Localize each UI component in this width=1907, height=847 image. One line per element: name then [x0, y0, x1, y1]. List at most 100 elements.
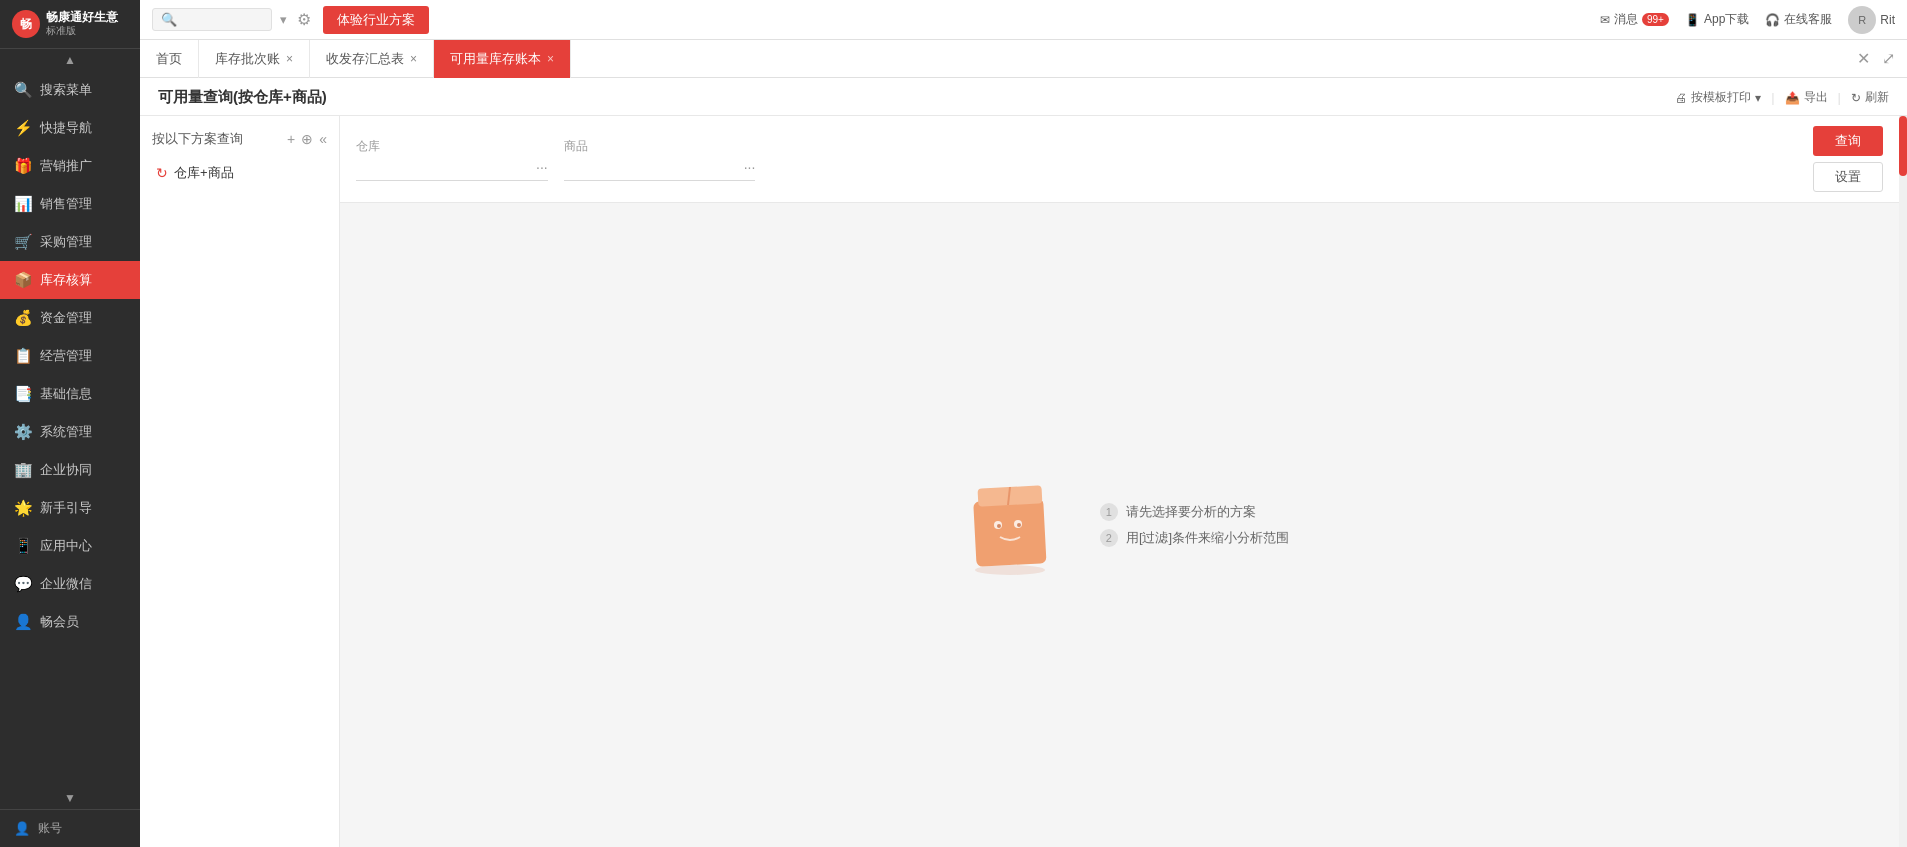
right-scrollbar[interactable] [1899, 116, 1907, 847]
refresh-icon: ↻ [1851, 91, 1861, 105]
expand-tab-button[interactable]: ⤢ [1878, 47, 1899, 70]
sidebar-item-label: 新手引导 [40, 499, 92, 517]
purchase-icon: 🛒 [14, 233, 32, 251]
tab-close-icon[interactable]: × [547, 52, 554, 66]
settings-scheme-icon[interactable]: ⊕ [301, 131, 313, 147]
svg-point-0 [975, 565, 1045, 575]
tab-collection-summary[interactable]: 收发存汇总表 × [310, 40, 434, 78]
export-button[interactable]: 📤 导出 [1785, 89, 1828, 106]
search-input[interactable] [181, 13, 261, 27]
empty-box-svg [960, 465, 1060, 575]
sidebar-item-label: 应用中心 [40, 537, 92, 555]
sidebar-item-quicknav[interactable]: ⚡ 快捷导航 [0, 109, 140, 147]
sidebar-item-member[interactable]: 👤 畅会员 [0, 603, 140, 641]
sidebar-item-system[interactable]: ⚙️ 系统管理 [0, 413, 140, 451]
tab-home[interactable]: 首页 [140, 40, 199, 78]
user-avatar: R [1848, 6, 1876, 34]
tab-close-icon[interactable]: × [410, 52, 417, 66]
scroll-up-arrow[interactable]: ▲ [0, 49, 140, 71]
quicknav-icon: ⚡ [14, 119, 32, 137]
scrollbar-thumb[interactable] [1899, 116, 1907, 176]
collapse-panel-icon[interactable]: « [319, 131, 327, 147]
print-dropdown-icon[interactable]: ▾ [1755, 91, 1761, 105]
app-download-button[interactable]: 📱 App下载 [1685, 11, 1749, 28]
topbar: 🔍 ▾ ⚙ 体验行业方案 ✉ 消息 99+ 📱 App下载 🎧 在线客服 R R… [140, 0, 1907, 40]
dropdown-arrow-icon[interactable]: ▾ [280, 12, 287, 27]
warehouse-input[interactable] [356, 157, 536, 178]
industry-solution-button[interactable]: 体验行业方案 [323, 6, 429, 34]
close-tab-button[interactable]: ✕ [1853, 47, 1874, 70]
export-icon: 📤 [1785, 91, 1800, 105]
tab-batch-ledger[interactable]: 库存批次账 × [199, 40, 310, 78]
sidebar: 畅 畅康通好生意 标准版 ▲ 🔍 搜索菜单 ⚡ 快捷导航 🎁 营销推广 📊 销售… [0, 0, 140, 847]
scroll-down-arrow[interactable]: ▼ [0, 787, 140, 809]
product-input-row: ··· [564, 157, 756, 181]
sidebar-item-label: 企业微信 [40, 575, 92, 593]
scheme-item-warehouse-product[interactable]: ↻ 仓库+商品 [140, 156, 339, 190]
sidebar-item-label: 营销推广 [40, 157, 92, 175]
tab-available-ledger[interactable]: 可用量库存账本 × [434, 40, 571, 78]
svg-point-7 [1017, 523, 1021, 527]
left-panel-header: 按以下方案查询 + ⊕ « [140, 126, 339, 156]
sidebar-item-wechat[interactable]: 💬 企业微信 [0, 565, 140, 603]
sidebar-item-label: 搜索菜单 [40, 81, 92, 99]
add-scheme-icon[interactable]: + [287, 131, 295, 147]
sidebar-item-sales[interactable]: 📊 销售管理 [0, 185, 140, 223]
warehouse-label: 仓库 [356, 138, 548, 155]
page-header: 可用量查询(按仓库+商品) 🖨 按模板打印 ▾ | 📤 导出 | ↻ 刷新 [140, 78, 1907, 116]
topbar-right: ✉ 消息 99+ 📱 App下载 🎧 在线客服 R Rit [1600, 6, 1895, 34]
page-title: 可用量查询(按仓库+商品) [158, 88, 327, 107]
left-panel-icons: + ⊕ « [287, 131, 327, 147]
sidebar-item-newbie[interactable]: 🌟 新手引导 [0, 489, 140, 527]
sidebar-item-inventory[interactable]: 📦 库存核算 [0, 261, 140, 299]
service-icon: 🎧 [1765, 13, 1780, 27]
app-download-label: App下载 [1704, 11, 1749, 28]
sidebar-item-label: 系统管理 [40, 423, 92, 441]
logo-text: 畅康通好生意 标准版 [46, 10, 118, 38]
topbar-search-box[interactable]: 🔍 [152, 8, 272, 31]
refresh-button[interactable]: ↻ 刷新 [1851, 89, 1889, 106]
message-button[interactable]: ✉ 消息 99+ [1600, 11, 1669, 28]
sidebar-item-label: 采购管理 [40, 233, 92, 251]
sidebar-item-operations[interactable]: 📋 经营管理 [0, 337, 140, 375]
product-filter-field: 商品 ··· [564, 138, 756, 181]
search-icon: 🔍 [14, 81, 32, 99]
sidebar-user-bottom[interactable]: 👤 账号 [0, 809, 140, 847]
tab-label: 收发存汇总表 [326, 50, 404, 68]
tip-text-1: 请先选择要分析的方案 [1126, 503, 1256, 521]
online-service-button[interactable]: 🎧 在线客服 [1765, 11, 1832, 28]
sidebar-item-finance[interactable]: 💰 资金管理 [0, 299, 140, 337]
empty-tips: 1 请先选择要分析的方案 2 用[过滤]条件来缩小分析范围 [1100, 503, 1289, 547]
query-button[interactable]: 查询 [1813, 126, 1883, 156]
basics-icon: 📑 [14, 385, 32, 403]
sidebar-item-basics[interactable]: 📑 基础信息 [0, 375, 140, 413]
system-icon: ⚙️ [14, 423, 32, 441]
sidebar-item-enterprise[interactable]: 🏢 企业协同 [0, 451, 140, 489]
online-service-label: 在线客服 [1784, 11, 1832, 28]
tip-number-2: 2 [1100, 529, 1118, 547]
gear-icon[interactable]: ⚙ [297, 10, 311, 29]
warehouse-ellipsis-icon[interactable]: ··· [536, 159, 548, 175]
product-input[interactable] [564, 157, 744, 178]
sidebar-item-appstore[interactable]: 📱 应用中心 [0, 527, 140, 565]
product-ellipsis-icon[interactable]: ··· [744, 159, 756, 175]
empty-state: 1 请先选择要分析的方案 2 用[过滤]条件来缩小分析范围 [340, 203, 1899, 847]
home-tab-label: 首页 [156, 50, 182, 68]
print-button[interactable]: 🖨 按模板打印 ▾ [1675, 89, 1761, 106]
svg-point-6 [997, 524, 1001, 528]
user-avatar-icon: 👤 [14, 821, 30, 836]
filter-actions: 查询 设置 [1813, 126, 1883, 192]
sidebar-item-label: 资金管理 [40, 309, 92, 327]
tab-close-icon[interactable]: × [286, 52, 293, 66]
username-label: Rit [1880, 13, 1895, 27]
print-icon: 🖨 [1675, 91, 1687, 105]
product-label: 商品 [564, 138, 756, 155]
empty-illustration [950, 465, 1070, 585]
sidebar-item-search[interactable]: 🔍 搜索菜单 [0, 71, 140, 109]
user-menu[interactable]: R Rit [1848, 6, 1895, 34]
sidebar-item-marketing[interactable]: 🎁 营销推广 [0, 147, 140, 185]
setting-button[interactable]: 设置 [1813, 162, 1883, 192]
sidebar-item-purchase[interactable]: 🛒 采购管理 [0, 223, 140, 261]
divider: | [1838, 90, 1841, 105]
wechat-icon: 💬 [14, 575, 32, 593]
